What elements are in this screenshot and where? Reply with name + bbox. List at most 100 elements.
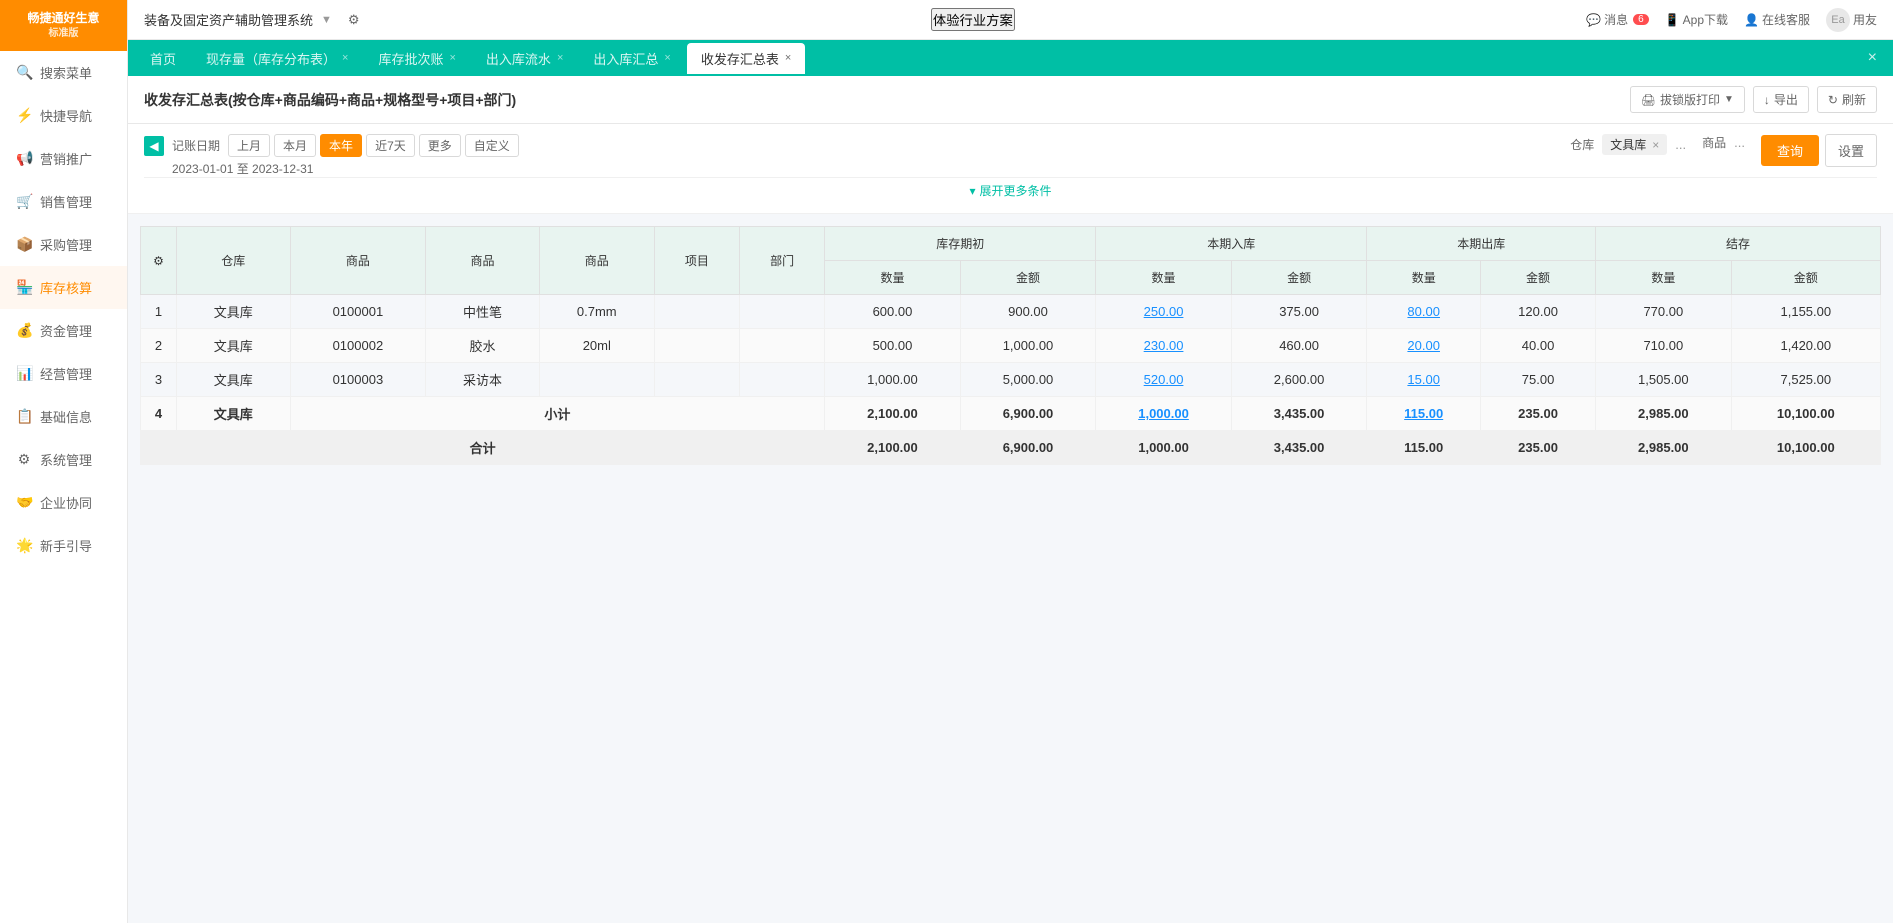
th-out-amt: 金额	[1481, 261, 1596, 295]
sidebar-item-marketing[interactable]: 📢营销推广	[0, 137, 127, 180]
row-closing-amt: 1,420.00	[1731, 329, 1880, 363]
th-in-group: 本期入库	[1096, 227, 1367, 261]
settings-button[interactable]: 设置	[1825, 134, 1877, 167]
query-button[interactable]: 查询	[1761, 135, 1819, 166]
row-out-amt: 75.00	[1481, 363, 1596, 397]
th-project: 项目	[654, 227, 739, 295]
main-area: 装备及固定资产辅助管理系统 ▼ ⚙ 体验行业方案 💬 消息 6 📱 App下载 …	[128, 0, 1893, 923]
sidebar-item-sales[interactable]: 🛒销售管理	[0, 180, 127, 223]
print-button[interactable]: 🖨 拔锁版打印 ▼	[1630, 86, 1745, 113]
row-out-qty[interactable]: 20.00	[1367, 329, 1481, 363]
tab-close-batch[interactable]: ×	[449, 52, 455, 64]
sidebar-item-newcomer[interactable]: 🌟新手引导	[0, 524, 127, 567]
th-out-group: 本期出库	[1367, 227, 1596, 261]
subtotal-out-amt: 235.00	[1481, 397, 1596, 431]
top-bar: 装备及固定资产辅助管理系统 ▼ ⚙ 体验行业方案 💬 消息 6 📱 App下载 …	[128, 0, 1893, 40]
refresh-button[interactable]: ↻ 刷新	[1817, 86, 1877, 113]
row-in-qty[interactable]: 520.00	[1096, 363, 1232, 397]
row-in-qty[interactable]: 230.00	[1096, 329, 1232, 363]
topbar-left: 装备及固定资产辅助管理系统 ▼ ⚙	[144, 10, 360, 29]
date-label: 记账日期	[172, 137, 220, 154]
table-container: ⚙ 仓库 商品 商品 商品 项目 部门 库存期初 本期入库 本期出库 结存	[128, 214, 1893, 923]
sidebar-label-operations: 经营管理	[40, 364, 92, 383]
message-icon-area[interactable]: 💬 消息 6	[1586, 11, 1649, 28]
row-out-qty[interactable]: 15.00	[1367, 363, 1481, 397]
sidebar-item-quick_nav[interactable]: ⚡快捷导航	[0, 94, 127, 137]
tab-close-inout_summary[interactable]: ×	[664, 52, 670, 64]
sidebar-item-system[interactable]: ⚙系统管理	[0, 438, 127, 481]
user-area[interactable]: Ea 用友	[1826, 8, 1877, 32]
row-opening-qty: 500.00	[825, 329, 961, 363]
row-in-qty[interactable]: 250.00	[1096, 295, 1232, 329]
sidebar-icon-marketing: 📢	[16, 150, 32, 167]
date-buttons: 上月 本月 本年 近7天 更多 自定义	[228, 134, 519, 157]
sidebar-label-quick_nav: 快捷导航	[40, 106, 92, 125]
row-goods-spec	[539, 363, 654, 397]
subtotal-label: 小计	[290, 397, 825, 431]
date-btn-more[interactable]: 更多	[419, 134, 461, 157]
tabbar-close-btn[interactable]: ×	[1860, 49, 1885, 67]
sidebar-item-inventory[interactable]: 🏪库存核算	[0, 266, 127, 309]
subtotal-warehouse: 文具库	[177, 397, 291, 431]
settings-icon[interactable]: ⚙	[348, 12, 360, 28]
sidebar-item-finance[interactable]: 💰资金管理	[0, 309, 127, 352]
row-closing-amt: 1,155.00	[1731, 295, 1880, 329]
sidebar-label-newcomer: 新手引导	[40, 536, 92, 555]
date-btn-7days[interactable]: 近7天	[366, 134, 415, 157]
sidebar-icon-search: 🔍	[16, 64, 32, 81]
sidebar-icon-system: ⚙	[16, 451, 32, 468]
row-out-qty[interactable]: 80.00	[1367, 295, 1481, 329]
date-btn-this-month[interactable]: 本月	[274, 134, 316, 157]
sidebar-item-search[interactable]: 🔍 搜索菜单	[0, 51, 127, 94]
sidebar-icon-basic_info: 📋	[16, 408, 32, 425]
sidebar-label-purchase: 采购管理	[40, 235, 92, 254]
date-btn-last-month[interactable]: 上月	[228, 134, 270, 157]
tab-close-recv_send_summary[interactable]: ×	[785, 52, 791, 64]
sidebar-label-enterprise: 企业协同	[40, 493, 92, 512]
expand-more-button[interactable]: ▾ 展开更多条件	[969, 182, 1051, 199]
th-settings[interactable]: ⚙	[141, 227, 177, 295]
tab-close-inventory_dist[interactable]: ×	[342, 52, 348, 64]
sidebar-label-search: 搜索菜单	[40, 63, 92, 82]
tab-inventory_dist[interactable]: 现存量（库存分布表）×	[192, 43, 362, 74]
sidebar-item-enterprise[interactable]: 🤝企业协同	[0, 481, 127, 524]
tab-home[interactable]: 首页	[136, 43, 190, 74]
tab-label-home: 首页	[150, 49, 176, 68]
column-settings-icon[interactable]: ⚙	[153, 254, 164, 268]
sidebar-item-purchase[interactable]: 📦采购管理	[0, 223, 127, 266]
tab-close-inout_flow[interactable]: ×	[557, 52, 563, 64]
total-in-qty: 1,000.00	[1096, 431, 1232, 465]
expand-left-arrow[interactable]: ◀	[144, 136, 164, 156]
tab-recv_send_summary[interactable]: 收发存汇总表 ×	[687, 43, 805, 74]
subtotal-opening-qty: 2,100.00	[825, 397, 961, 431]
row-closing-amt: 7,525.00	[1731, 363, 1880, 397]
tab-batch[interactable]: 库存批次账×	[364, 43, 469, 74]
sidebar-item-basic_info[interactable]: 📋基础信息	[0, 395, 127, 438]
date-btn-this-year[interactable]: 本年	[320, 134, 362, 157]
warehouse-filter-group: 仓库 文具库 × ...	[1570, 134, 1686, 155]
tab-inout_flow[interactable]: 出入库流水×	[472, 43, 577, 74]
date-btn-custom[interactable]: 自定义	[465, 134, 519, 157]
warehouse-tag[interactable]: 文具库 ×	[1602, 134, 1667, 155]
app-download-area[interactable]: 📱 App下载	[1665, 11, 1728, 28]
export-button[interactable]: ↓ 导出	[1753, 86, 1809, 113]
row-goods-name: 胶水	[426, 329, 540, 363]
row-closing-qty: 1,505.00	[1596, 363, 1732, 397]
expand-label: 展开更多条件	[980, 182, 1052, 199]
subtotal-in-qty[interactable]: 1,000.00	[1096, 397, 1232, 431]
sidebar-item-operations[interactable]: 📊经营管理	[0, 352, 127, 395]
online-service-area[interactable]: 👤 在线客服	[1744, 11, 1810, 28]
row-goods-spec: 20ml	[539, 329, 654, 363]
subtotal-out-qty[interactable]: 115.00	[1367, 397, 1481, 431]
tab-inout_summary[interactable]: 出入库汇总×	[579, 43, 684, 74]
th-in-qty: 数量	[1096, 261, 1232, 295]
trial-button[interactable]: 体验行业方案	[931, 8, 1015, 31]
goods-ellipsis[interactable]: ...	[1734, 135, 1745, 150]
tab-label-recv_send_summary: 收发存汇总表	[701, 49, 779, 68]
row-department	[739, 329, 824, 363]
sidebar-label-sales: 销售管理	[40, 192, 92, 211]
print-dropdown-icon: ▼	[1724, 94, 1734, 105]
warehouse-ellipsis[interactable]: ...	[1675, 137, 1686, 152]
warehouse-tag-close[interactable]: ×	[1652, 138, 1659, 152]
row-in-amt: 375.00	[1231, 295, 1367, 329]
